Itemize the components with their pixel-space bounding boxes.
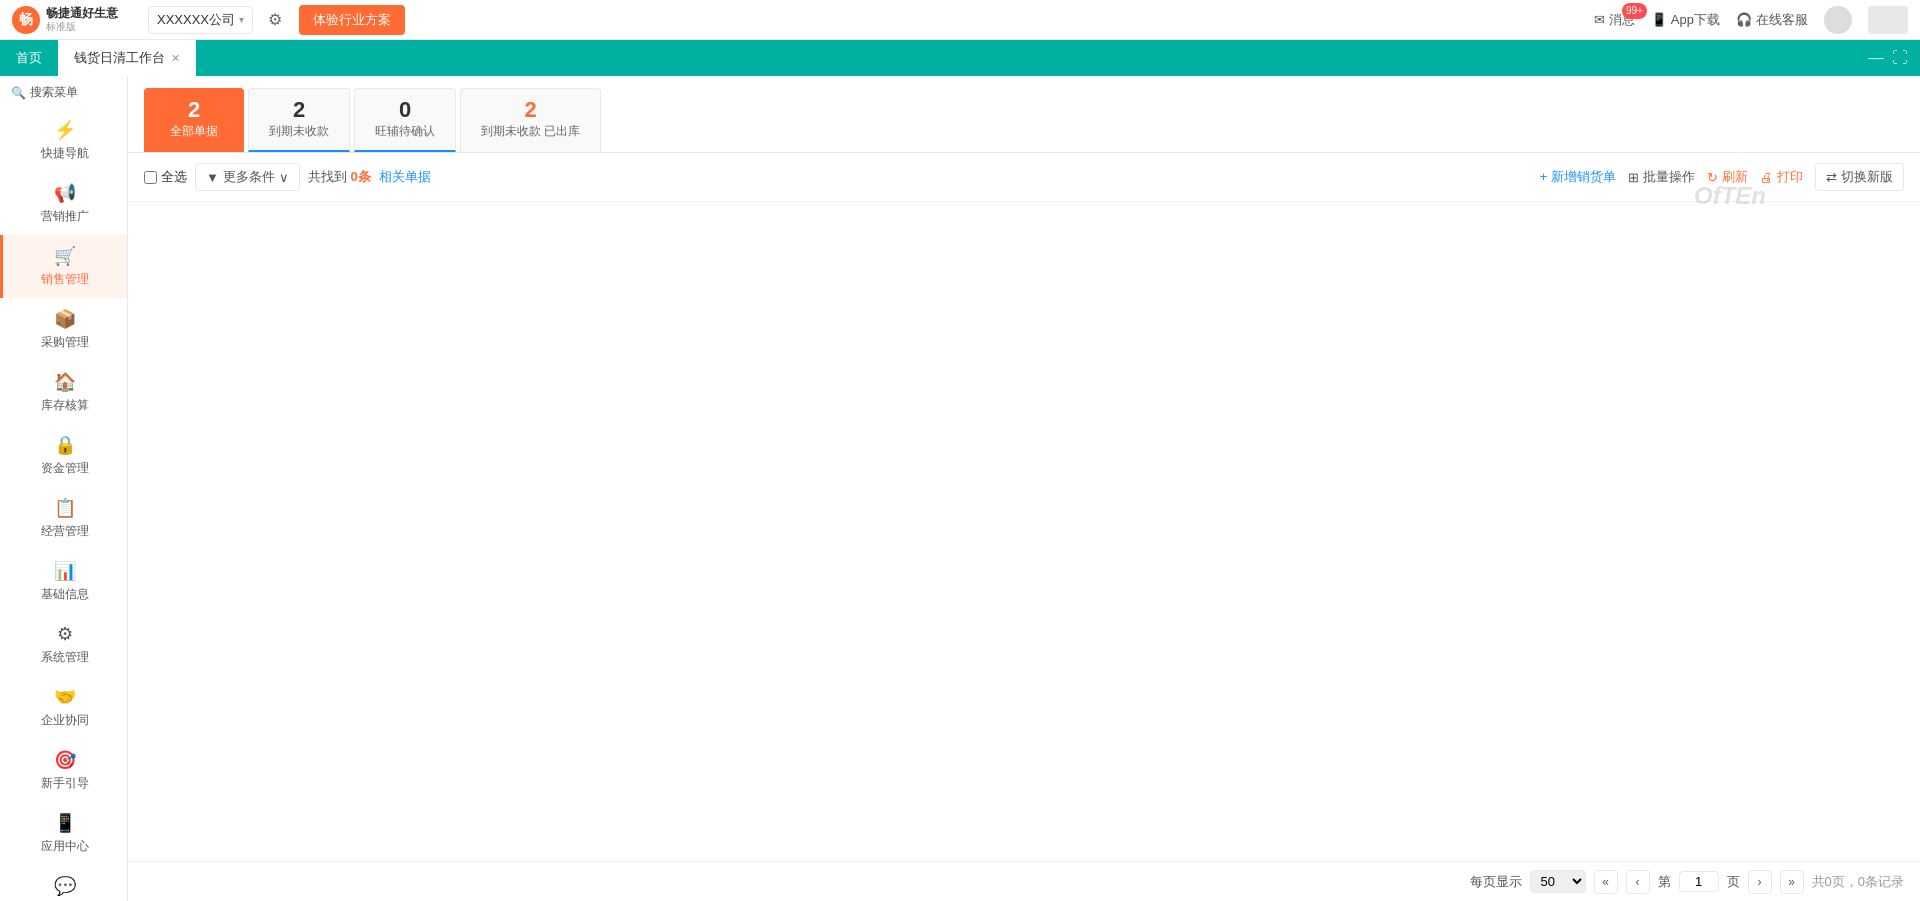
logo-icon: 畅 <box>12 6 40 34</box>
purchase-icon: 📦 <box>54 308 76 330</box>
logo-text: 畅捷通好生意 标准版 <box>46 6 118 32</box>
content-inner: 2 全部单据 2 到期未收款 0 旺辅待确认 2 到期未收款 已出库 <box>128 76 1920 901</box>
maximize-icon[interactable]: ⛶ <box>1892 49 1908 67</box>
chevron-filter-icon: ∨ <box>279 170 289 185</box>
summary-tabs: 2 全部单据 2 到期未收款 0 旺辅待确认 2 到期未收款 已出库 <box>128 76 1920 153</box>
next-page-button[interactable]: › <box>1748 870 1772 894</box>
pagination: 每页显示 50 100 200 « ‹ 第 页 › » 共0页，0条记录 <box>128 861 1920 901</box>
minimize-icon[interactable]: — <box>1868 49 1884 67</box>
tab-qianhuoqingong[interactable]: 钱货日清工作台 ✕ <box>58 40 196 76</box>
marketing-icon: 📢 <box>54 182 76 204</box>
sidebar-item-quick-nav[interactable]: ⚡ 快捷导航 <box>0 109 127 172</box>
tab-close-icon[interactable]: ✕ <box>171 52 180 65</box>
app-center-icon: 📱 <box>54 812 76 834</box>
summary-tab-all[interactable]: 2 全部单据 <box>144 88 244 152</box>
message-icon: ✉ <box>1594 12 1605 27</box>
select-all-checkbox[interactable]: 全选 <box>144 168 187 186</box>
logo-area: 畅 畅捷通好生意 标准版 <box>12 6 140 34</box>
sidebar-item-app-center[interactable]: 📱 应用中心 <box>0 802 127 865</box>
sidebar-item-finance[interactable]: 🔒 资金管理 <box>0 424 127 487</box>
toolbar-right: + 新增销货单 ⊞ 批量操作 ↻ 刷新 🖨 打印 ⇄ <box>1536 163 1904 191</box>
guide-icon: 🎯 <box>54 749 76 771</box>
sidebar: 🔍 搜索菜单 ⚡ 快捷导航 📢 营销推广 🛒 销售管理 📦 采购管理 🏠 库存核… <box>0 76 128 901</box>
refresh-icon: ↻ <box>1707 170 1718 185</box>
sidebar-item-wechat[interactable]: 💬 企业微信 <box>0 865 127 901</box>
prev-page-button[interactable]: ‹ <box>1626 870 1650 894</box>
sidebar-item-guide[interactable]: 🎯 新手引导 <box>0 739 127 802</box>
result-text: 共找到 0条 <box>308 168 371 186</box>
settings-button[interactable]: ⚙ <box>261 6 289 34</box>
inventory-icon: 🏠 <box>54 371 76 393</box>
sidebar-item-purchase[interactable]: 📦 采购管理 <box>0 298 127 361</box>
batch-icon: ⊞ <box>1628 170 1639 185</box>
per-page-select[interactable]: 50 100 200 <box>1530 870 1586 893</box>
page-number-input[interactable] <box>1679 871 1719 892</box>
batch-operation-button[interactable]: ⊞ 批量操作 <box>1628 168 1695 186</box>
online-service-button[interactable]: 🎧 在线客服 <box>1736 11 1808 29</box>
nav-tabs: 首页 钱货日清工作台 ✕ — ⛶ <box>0 40 1920 76</box>
avatar[interactable] <box>1824 6 1852 34</box>
basic-info-icon: 📊 <box>54 560 76 582</box>
table-area <box>128 202 1920 861</box>
switch-icon: ⇄ <box>1826 170 1837 185</box>
sidebar-item-cooperation[interactable]: 🤝 企业协同 <box>0 676 127 739</box>
toolbar-left: 全选 ▼ 更多条件 ∨ 共找到 0条 相关单据 <box>144 163 1528 191</box>
filter-icon: ▼ <box>206 170 219 185</box>
sales-icon: 🛒 <box>54 245 76 267</box>
content-area: 2 全部单据 2 到期未收款 0 旺辅待确认 2 到期未收款 已出库 <box>128 76 1920 901</box>
app-download-button[interactable]: 📱 App下载 <box>1651 11 1720 29</box>
sidebar-item-system[interactable]: ⚙ 系统管理 <box>0 613 127 676</box>
select-all-input[interactable] <box>144 171 157 184</box>
add-sales-order-button[interactable]: + 新增销货单 <box>1536 168 1616 186</box>
chevron-down-icon: ▾ <box>239 14 244 25</box>
related-records-link[interactable]: 相关单据 <box>379 168 431 186</box>
search-icon: 🔍 <box>11 86 26 100</box>
message-button[interactable]: ✉ 消息 99+ <box>1594 11 1635 29</box>
company-selector[interactable]: XXXXXX公司 ▾ <box>148 6 253 34</box>
summary-tab-overdue-shipped[interactable]: 2 到期未收款 已出库 <box>460 88 601 152</box>
headset-icon: 🎧 <box>1736 12 1752 27</box>
summary-tab-pending-confirm[interactable]: 0 旺辅待确认 <box>354 88 456 152</box>
quick-nav-icon: ⚡ <box>54 119 76 141</box>
system-icon: ⚙ <box>57 623 73 645</box>
refresh-button[interactable]: ↻ 刷新 <box>1707 168 1748 186</box>
total-info: 共0页，0条记录 <box>1812 873 1904 891</box>
filter-button[interactable]: ▼ 更多条件 ∨ <box>195 163 300 191</box>
trial-button[interactable]: 体验行业方案 <box>299 5 405 35</box>
cooperation-icon: 🤝 <box>54 686 76 708</box>
sidebar-item-sales[interactable]: 🛒 销售管理 <box>0 235 127 298</box>
tab-home[interactable]: 首页 <box>0 40 58 76</box>
sidebar-item-basic-info[interactable]: 📊 基础信息 <box>0 550 127 613</box>
user-name-area[interactable] <box>1868 6 1908 34</box>
top-bar: 畅 畅捷通好生意 标准版 XXXXXX公司 ▾ ⚙ 体验行业方案 ✉ 消息 99… <box>0 0 1920 40</box>
print-button[interactable]: 🖨 打印 <box>1760 168 1803 186</box>
toolbar: 全选 ▼ 更多条件 ∨ 共找到 0条 相关单据 <box>128 153 1920 202</box>
summary-tab-overdue-unpaid[interactable]: 2 到期未收款 <box>248 88 350 152</box>
switch-new-version-button[interactable]: ⇄ 切换新版 <box>1815 163 1904 191</box>
first-page-button[interactable]: « <box>1594 870 1618 894</box>
top-right-actions: ✉ 消息 99+ 📱 App下载 🎧 在线客服 <box>1594 6 1908 34</box>
message-badge: 99+ <box>1622 3 1647 19</box>
last-page-button[interactable]: » <box>1780 870 1804 894</box>
sidebar-item-marketing[interactable]: 📢 营销推广 <box>0 172 127 235</box>
sidebar-item-operations[interactable]: 📋 经营管理 <box>0 487 127 550</box>
wechat-icon: 💬 <box>54 875 76 897</box>
sidebar-search[interactable]: 🔍 搜索菜单 <box>0 76 127 109</box>
main-layout: 🔍 搜索菜单 ⚡ 快捷导航 📢 营销推广 🛒 销售管理 📦 采购管理 🏠 库存核… <box>0 76 1920 901</box>
sidebar-item-inventory[interactable]: 🏠 库存核算 <box>0 361 127 424</box>
print-icon: 🖨 <box>1760 170 1773 185</box>
operations-icon: 📋 <box>54 497 76 519</box>
phone-icon: 📱 <box>1651 12 1667 27</box>
finance-icon: 🔒 <box>54 434 76 456</box>
